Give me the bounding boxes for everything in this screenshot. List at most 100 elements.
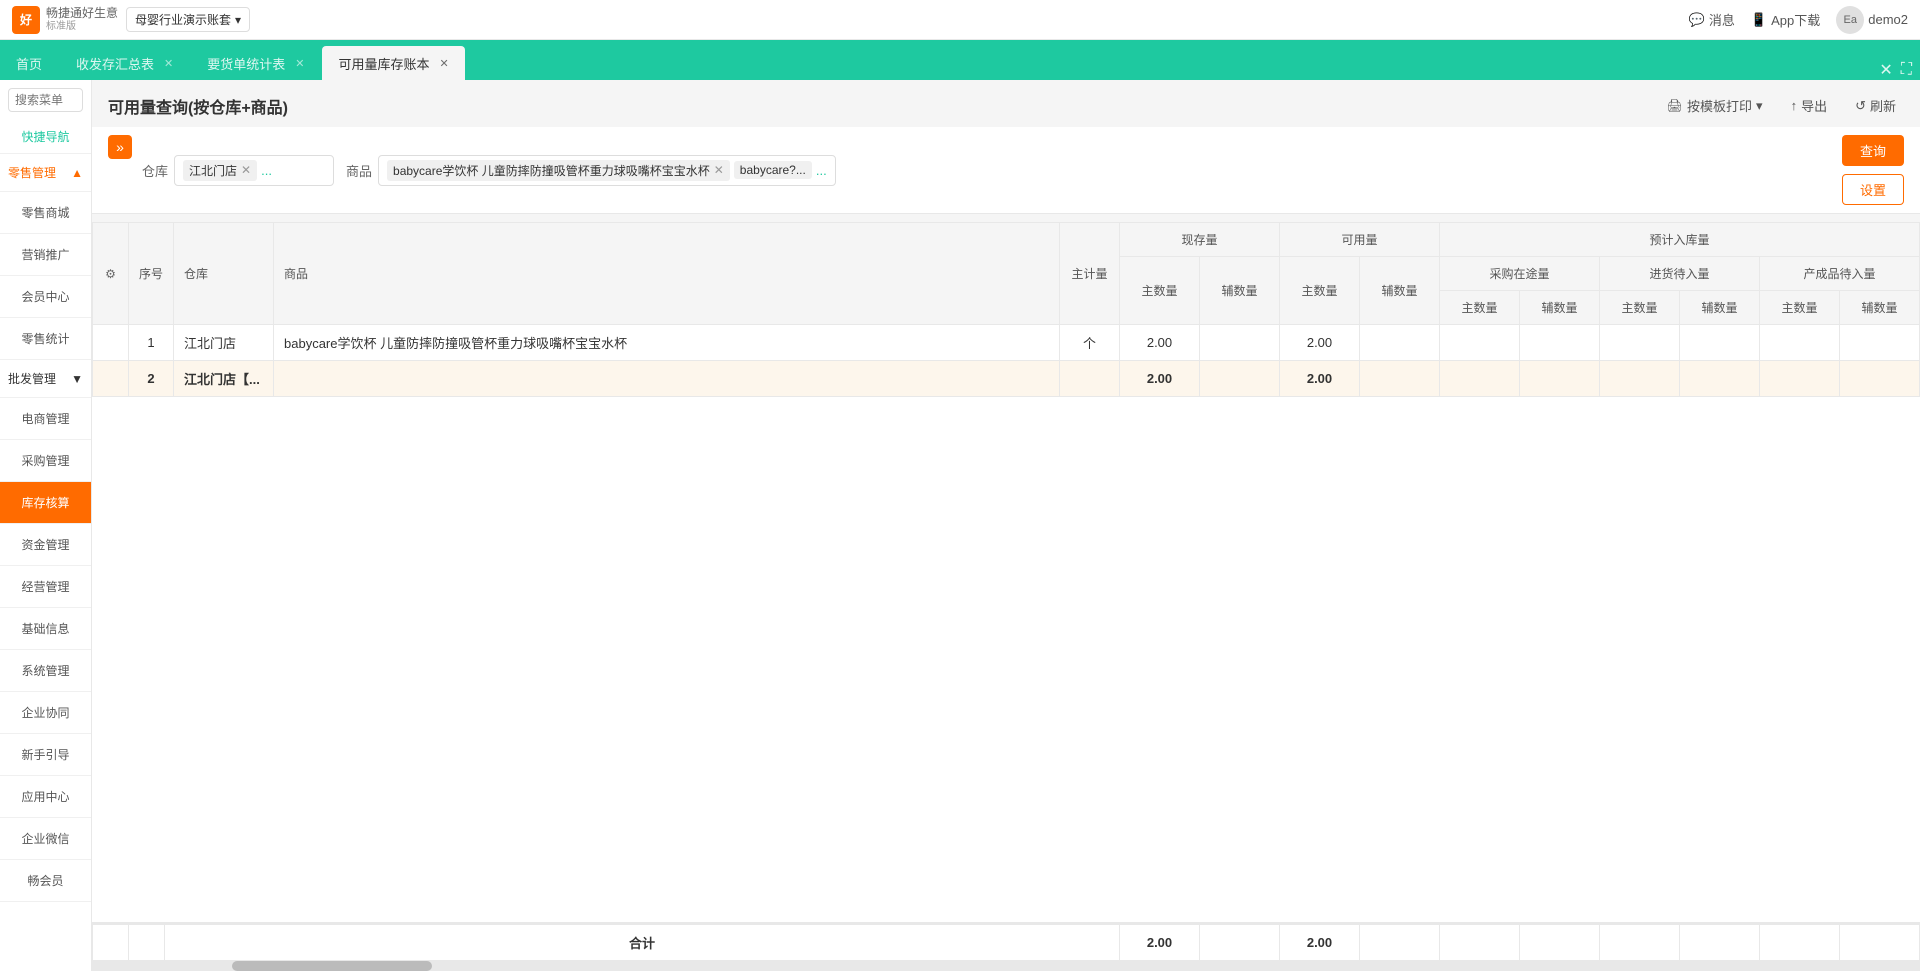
cell-purchase-aux xyxy=(1520,325,1600,361)
fullscreen-icon[interactable]: ⛶ xyxy=(1901,61,1912,79)
tab-order-stats[interactable]: 要货单统计表 ✕ xyxy=(191,46,320,80)
cell-purchase-main xyxy=(1440,325,1520,361)
product-filter-group: 商品 babycare学饮杯 儿童防摔防撞吸管杯重力球吸嘴杯宝宝水杯 ✕ bab… xyxy=(346,155,836,186)
cell-stock-main: 2.00 xyxy=(1120,325,1200,361)
top-bar-left: 好 畅捷通好生意 标准版 母婴行业演示账套 ▾ xyxy=(12,6,250,34)
sidebar-item-purchase[interactable]: 采购管理 xyxy=(0,440,91,482)
tab-inventory-book-close[interactable]: ✕ xyxy=(440,57,449,70)
sidebar-item-vip-member[interactable]: 畅会员 xyxy=(0,860,91,902)
col-warehouse: 仓库 xyxy=(174,223,274,325)
cell-avail-aux xyxy=(1360,325,1440,361)
tab-receivable[interactable]: 收发存汇总表 ✕ xyxy=(60,46,189,80)
sidebar-item-operations[interactable]: 经营管理 xyxy=(0,566,91,608)
col-stock-main: 主数量 xyxy=(1120,257,1200,325)
app-download-btn[interactable]: 📱 App下载 xyxy=(1751,10,1820,29)
sidebar-item-app-center[interactable]: 应用中心 xyxy=(0,776,91,818)
user-menu[interactable]: Ea demo2 xyxy=(1836,6,1908,34)
footer-label: 合计 xyxy=(165,925,1120,961)
tab-home[interactable]: 首页 xyxy=(0,46,58,80)
col-avail-main: 主数量 xyxy=(1280,257,1360,325)
subtotal-production-aux xyxy=(1840,361,1920,397)
cell-product: babycare学饮杯 儿童防摔防撞吸管杯重力球吸嘴杯宝宝水杯 xyxy=(274,325,1060,361)
product-input[interactable]: babycare学饮杯 儿童防摔防撞吸管杯重力球吸嘴杯宝宝水杯 ✕ babyca… xyxy=(378,155,836,186)
col-purchase-in: 采购在途量 xyxy=(1440,257,1600,291)
footer-settings xyxy=(93,925,129,961)
sidebar-item-enterprise-wechat[interactable]: 企业微信 xyxy=(0,818,91,860)
export-icon: ↑ xyxy=(1791,98,1798,113)
logo-icon: 好 xyxy=(12,6,40,34)
col-pending-main: 主数量 xyxy=(1600,291,1680,325)
content-area: 可用量查询(按仓库+商品) 🖨 按模板打印 ▾ ↑ 导出 ↺ 刷新 » xyxy=(92,80,1920,971)
filter-bar: » 仓库 江北门店 ✕ ... 商品 xyxy=(92,127,1920,214)
sidebar-item-retail-mall[interactable]: 零售商城 xyxy=(0,192,91,234)
subtotal-row: 2 江北门店【... 2.00 2.00 xyxy=(93,361,1920,397)
col-production-in: 产成品待入量 xyxy=(1760,257,1920,291)
refresh-btn[interactable]: ↺ 刷新 xyxy=(1847,92,1904,119)
avatar: Ea xyxy=(1836,6,1864,34)
refresh-icon: ↺ xyxy=(1855,98,1866,114)
search-input[interactable] xyxy=(8,88,83,112)
sidebar-item-ecommerce[interactable]: 电商管理 xyxy=(0,398,91,440)
sidebar-item-fast-nav[interactable]: 快捷导航 xyxy=(0,120,91,154)
cell-settings xyxy=(93,325,129,361)
subtotal-purchase-main xyxy=(1440,361,1520,397)
setting-btn[interactable]: 设置 xyxy=(1842,174,1904,205)
col-main-unit: 主计量 xyxy=(1060,223,1120,325)
print-btn[interactable]: 🖨 按模板打印 ▾ xyxy=(1659,92,1771,119)
col-pending-in: 进货待入量 xyxy=(1600,257,1760,291)
message-btn[interactable]: 💬 消息 xyxy=(1689,10,1735,29)
sidebar-item-zero-sales[interactable]: 零售管理 ▲ xyxy=(0,154,91,192)
sidebar-item-basic-info[interactable]: 基础信息 xyxy=(0,608,91,650)
sidebar-item-enterprise[interactable]: 企业协同 xyxy=(0,692,91,734)
warehouse-input[interactable]: 江北门店 ✕ ... xyxy=(174,155,334,186)
subtotal-avail-main: 2.00 xyxy=(1280,361,1360,397)
sidebar-item-members[interactable]: 会员中心 xyxy=(0,276,91,318)
warehouse-tag-remove[interactable]: ✕ xyxy=(241,163,251,177)
export-btn[interactable]: ↑ 导出 xyxy=(1783,92,1836,119)
chevron-down-icon: ▼ xyxy=(71,372,83,386)
tab-receivable-close[interactable]: ✕ xyxy=(164,57,173,70)
cell-unit: 个 xyxy=(1060,325,1120,361)
footer-stock-aux xyxy=(1200,925,1280,961)
sidebar-item-retail-stats[interactable]: 零售统计 xyxy=(0,318,91,360)
sidebar-item-inventory[interactable]: 库存核算 xyxy=(0,482,91,524)
product-tag1-remove[interactable]: ✕ xyxy=(714,163,724,177)
inventory-table: ⚙ 序号 仓库 商品 主计量 现存量 可用量 预计入库量 主数量 辅数量 主数量… xyxy=(92,222,1920,397)
sidebar-item-sys-manage[interactable]: 系统管理 xyxy=(0,650,91,692)
sidebar-item-wholesale[interactable]: 批发管理 ▼ xyxy=(0,360,91,398)
subtotal-stock-aux xyxy=(1200,361,1280,397)
warehouse-more[interactable]: ... xyxy=(261,163,272,178)
tab-inventory-book[interactable]: 可用量库存账本 ✕ xyxy=(322,46,464,80)
subtotal-purchase-aux xyxy=(1520,361,1600,397)
footer-table: 合计 2.00 2.00 xyxy=(92,924,1920,961)
cell-production-main xyxy=(1760,325,1840,361)
footer-p2a xyxy=(1680,925,1760,961)
query-btn[interactable]: 查询 xyxy=(1842,135,1904,166)
col-group-available: 可用量 xyxy=(1280,223,1440,257)
sidebar-item-marketing[interactable]: 营销推广 xyxy=(0,234,91,276)
page-title: 可用量查询(按仓库+商品) xyxy=(108,94,288,118)
scrollbar-thumb[interactable] xyxy=(232,961,432,971)
tab-order-stats-close[interactable]: ✕ xyxy=(295,57,304,70)
sidebar-item-new-guide[interactable]: 新手引导 xyxy=(0,734,91,776)
subtotal-pending-aux xyxy=(1680,361,1760,397)
col-settings[interactable]: ⚙ xyxy=(93,223,129,325)
col-production-main: 主数量 xyxy=(1760,291,1840,325)
nav-tabs: 首页 收发存汇总表 ✕ 要货单统计表 ✕ 可用量库存账本 ✕ ✕ ⛶ xyxy=(0,40,1920,80)
table-footer: 合计 2.00 2.00 xyxy=(92,922,1920,961)
close-all-icon[interactable]: ✕ xyxy=(1879,60,1892,80)
product-more[interactable]: ... xyxy=(816,163,827,178)
filter-action-btns: 查询 设置 xyxy=(1842,135,1904,205)
chevron-down-icon: ▾ xyxy=(235,13,241,27)
horizontal-scrollbar[interactable] xyxy=(92,961,1920,971)
top-bar: 好 畅捷通好生意 标准版 母婴行业演示账套 ▾ 💬 消息 📱 App下载 Ea … xyxy=(0,0,1920,40)
chevron-down-icon: ▾ xyxy=(1756,98,1763,114)
top-bar-right: 💬 消息 📱 App下载 Ea demo2 xyxy=(1689,6,1908,34)
warehouse-tag: 江北门店 ✕ xyxy=(183,160,257,181)
sidebar-item-finance[interactable]: 资金管理 xyxy=(0,524,91,566)
industry-select[interactable]: 母婴行业演示账套 ▾ xyxy=(126,7,250,32)
footer-no xyxy=(129,925,165,961)
filter-expand-btn[interactable]: » xyxy=(108,135,132,159)
col-stock-aux: 辅数量 xyxy=(1200,257,1280,325)
page-actions: 🖨 按模板打印 ▾ ↑ 导出 ↺ 刷新 xyxy=(1659,92,1905,119)
